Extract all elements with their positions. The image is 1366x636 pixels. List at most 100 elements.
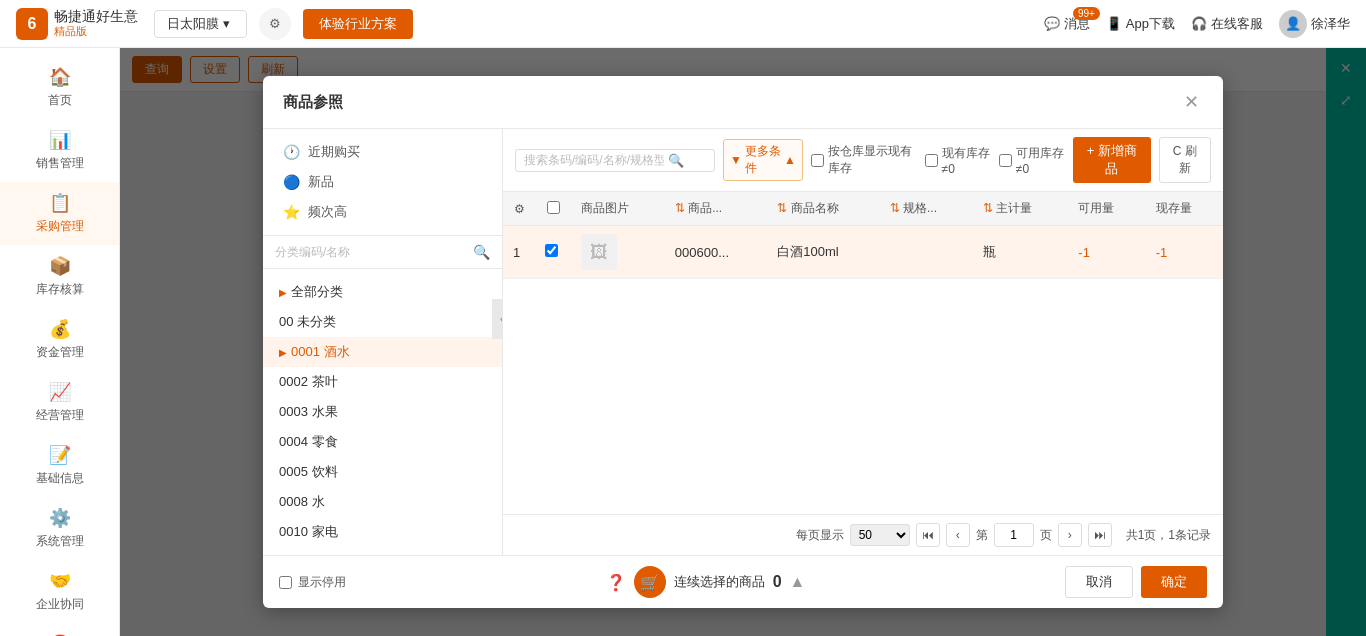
available-stock-filter[interactable]: 现有库存≠0 bbox=[925, 145, 991, 176]
user-menu[interactable]: 👤 徐泽华 bbox=[1279, 10, 1350, 38]
add-product-button[interactable]: + 新增商品 bbox=[1073, 137, 1151, 183]
page-label: 第 bbox=[976, 527, 988, 544]
main-layout: 🏠 首页 📊 销售管理 📋 采购管理 📦 库存核算 💰 资金管理 📈 经营管理 … bbox=[0, 48, 1366, 636]
page-input[interactable] bbox=[994, 523, 1034, 547]
collapse-panel-button[interactable]: ‹ bbox=[492, 299, 503, 339]
logo-text: 畅捷通好生意 精品版 bbox=[54, 8, 138, 40]
sidebar-item-purchase[interactable]: 📋 采购管理 bbox=[0, 182, 119, 245]
headset-icon: 🎧 bbox=[1191, 16, 1207, 31]
modal-container: 商品参照 ✕ 🕐 近期购买 🔵 bbox=[120, 48, 1366, 636]
cart-label: 连续选择的商品 bbox=[674, 573, 765, 591]
usable-stock-filter[interactable]: 可用库存≠0 bbox=[999, 145, 1065, 176]
category-0010[interactable]: 0010 家电 bbox=[263, 517, 502, 547]
modal-close-button[interactable]: ✕ bbox=[1179, 90, 1203, 114]
category-0008[interactable]: 0008 水 bbox=[263, 487, 502, 517]
sidebar: 🏠 首页 📊 销售管理 📋 采购管理 📦 库存核算 💰 资金管理 📈 经营管理 … bbox=[0, 48, 120, 636]
modal-right-panel: 🔍 ▼ 更多条件 ▲ 按仓库显示现有库存 bbox=[503, 129, 1223, 555]
sidebar-item-operations[interactable]: 📈 经营管理 bbox=[0, 371, 119, 434]
row-checkbox[interactable] bbox=[545, 244, 558, 257]
category-0004[interactable]: 0004 零食 bbox=[263, 427, 502, 457]
basic-info-icon: 📝 bbox=[49, 444, 71, 466]
cart-button[interactable]: 🛒 bbox=[634, 566, 666, 598]
sidebar-item-sales[interactable]: 📊 销售管理 bbox=[0, 119, 119, 182]
category-all[interactable]: ▶ 全部分类 bbox=[263, 277, 502, 307]
category-00[interactable]: 00 未分类 bbox=[263, 307, 502, 337]
refresh-button[interactable]: C 刷新 bbox=[1159, 137, 1211, 183]
try-industry-button[interactable]: 体验行业方案 bbox=[303, 9, 413, 39]
mobile-icon: 📱 bbox=[1106, 16, 1122, 31]
sidebar-label-basic-info: 基础信息 bbox=[36, 470, 84, 487]
logo-icon: 6 bbox=[16, 8, 48, 40]
system-icon: ⚙️ bbox=[49, 507, 71, 529]
product-table: ⚙ 商品图片 ⇅ bbox=[503, 192, 1223, 514]
sidebar-item-enterprise[interactable]: 🤝 企业协同 bbox=[0, 560, 119, 623]
category-search: 🔍 bbox=[263, 236, 502, 269]
category-0001[interactable]: ▶ 0001 酒水 bbox=[263, 337, 502, 367]
col-available: 可用量 bbox=[1068, 192, 1145, 226]
online-service-button[interactable]: 🎧 在线客服 bbox=[1191, 15, 1263, 33]
product-data-table: ⚙ 商品图片 ⇅ bbox=[503, 192, 1223, 279]
operations-icon: 📈 bbox=[49, 381, 71, 403]
product-thumbnail: 🖼 bbox=[581, 234, 617, 270]
warehouse-stock-checkbox[interactable] bbox=[811, 154, 824, 167]
cart-collapse-icon[interactable]: ▲ bbox=[790, 573, 806, 591]
sort-name-icon[interactable]: ⇅ bbox=[777, 201, 787, 215]
table-row[interactable]: 1 🖼 000600... bbox=[503, 226, 1223, 279]
confirm-button[interactable]: 确定 bbox=[1141, 566, 1207, 598]
sidebar-item-home[interactable]: 🏠 首页 bbox=[0, 56, 119, 119]
footer-buttons: 取消 确定 bbox=[1065, 566, 1207, 598]
show-disabled-checkbox[interactable]: 显示停用 bbox=[279, 574, 346, 591]
branch-dropdown[interactable]: 日太阳膜 ▾ bbox=[154, 10, 247, 38]
sidebar-item-basic-info[interactable]: 📝 基础信息 bbox=[0, 434, 119, 497]
messages-button[interactable]: 💬 消息 99+ bbox=[1044, 15, 1090, 33]
row-image-cell: 🖼 bbox=[571, 226, 665, 279]
sidebar-item-system[interactable]: ⚙️ 系统管理 bbox=[0, 497, 119, 560]
col-checkbox bbox=[535, 192, 571, 226]
row-name-cell: 白酒100ml bbox=[767, 226, 879, 279]
enterprise-icon: 🤝 bbox=[49, 570, 71, 592]
modal-footer: 显示停用 ❓ 🛒 连续选择的商品 0 ▲ 取消 确定 bbox=[263, 555, 1223, 608]
new-product-filter[interactable]: 🔵 新品 bbox=[275, 167, 490, 197]
help-icon[interactable]: ❓ bbox=[606, 573, 626, 592]
cancel-button[interactable]: 取消 bbox=[1065, 566, 1133, 598]
next-page-button[interactable]: › bbox=[1058, 523, 1082, 547]
disabled-checkbox[interactable] bbox=[279, 576, 292, 589]
sort-unit-icon[interactable]: ⇅ bbox=[983, 201, 993, 215]
per-page-select[interactable]: 50 bbox=[850, 524, 910, 546]
select-all-checkbox[interactable] bbox=[547, 201, 560, 214]
product-reference-modal: 商品参照 ✕ 🕐 近期购买 🔵 bbox=[263, 76, 1223, 608]
category-search-input[interactable] bbox=[275, 245, 467, 259]
logo: 6 畅捷通好生意 精品版 bbox=[16, 8, 138, 40]
last-page-button[interactable]: ⏭ bbox=[1088, 523, 1112, 547]
row-stock-cell: -1 bbox=[1146, 226, 1223, 279]
sidebar-item-finance[interactable]: 💰 资金管理 bbox=[0, 308, 119, 371]
clock-icon: 🕐 bbox=[283, 144, 300, 160]
new-product-label: 新品 bbox=[308, 173, 334, 191]
settings-icon[interactable]: ⚙ bbox=[259, 8, 291, 40]
sales-icon: 📊 bbox=[49, 129, 71, 151]
usable-stock-checkbox[interactable] bbox=[999, 154, 1012, 167]
sort-spec-icon[interactable]: ⇅ bbox=[890, 201, 900, 215]
total-info: 共1页，1条记录 bbox=[1126, 527, 1211, 544]
cart-area: ❓ 🛒 连续选择的商品 0 ▲ bbox=[606, 566, 806, 598]
high-freq-filter[interactable]: ⭐ 频次高 bbox=[275, 197, 490, 227]
sidebar-label-finance: 资金管理 bbox=[36, 344, 84, 361]
available-stock-checkbox[interactable] bbox=[925, 154, 938, 167]
star-icon: ⭐ bbox=[283, 204, 300, 220]
product-search-input[interactable] bbox=[524, 153, 664, 167]
more-filters-button[interactable]: ▼ 更多条件 ▲ bbox=[723, 139, 803, 181]
sidebar-item-inventory[interactable]: 📦 库存核算 bbox=[0, 245, 119, 308]
sort-icon[interactable]: ⇅ bbox=[675, 201, 685, 215]
recent-purchase-filter[interactable]: 🕐 近期购买 bbox=[275, 137, 490, 167]
sidebar-item-guide[interactable]: 🎯 新手引导 bbox=[0, 623, 119, 636]
search-icon[interactable]: 🔍 bbox=[668, 153, 684, 168]
first-page-button[interactable]: ⏮ bbox=[916, 523, 940, 547]
category-0005[interactable]: 0005 饮料 bbox=[263, 457, 502, 487]
category-search-icon[interactable]: 🔍 bbox=[473, 244, 490, 260]
modal-toolbar: 🔍 ▼ 更多条件 ▲ 按仓库显示现有库存 bbox=[503, 129, 1223, 192]
category-0002[interactable]: 0002 茶叶 bbox=[263, 367, 502, 397]
app-download-button[interactable]: 📱 App下载 bbox=[1106, 15, 1175, 33]
warehouse-stock-filter[interactable]: 按仓库显示现有库存 bbox=[811, 143, 917, 177]
prev-page-button[interactable]: ‹ bbox=[946, 523, 970, 547]
category-0003[interactable]: 0003 水果 bbox=[263, 397, 502, 427]
